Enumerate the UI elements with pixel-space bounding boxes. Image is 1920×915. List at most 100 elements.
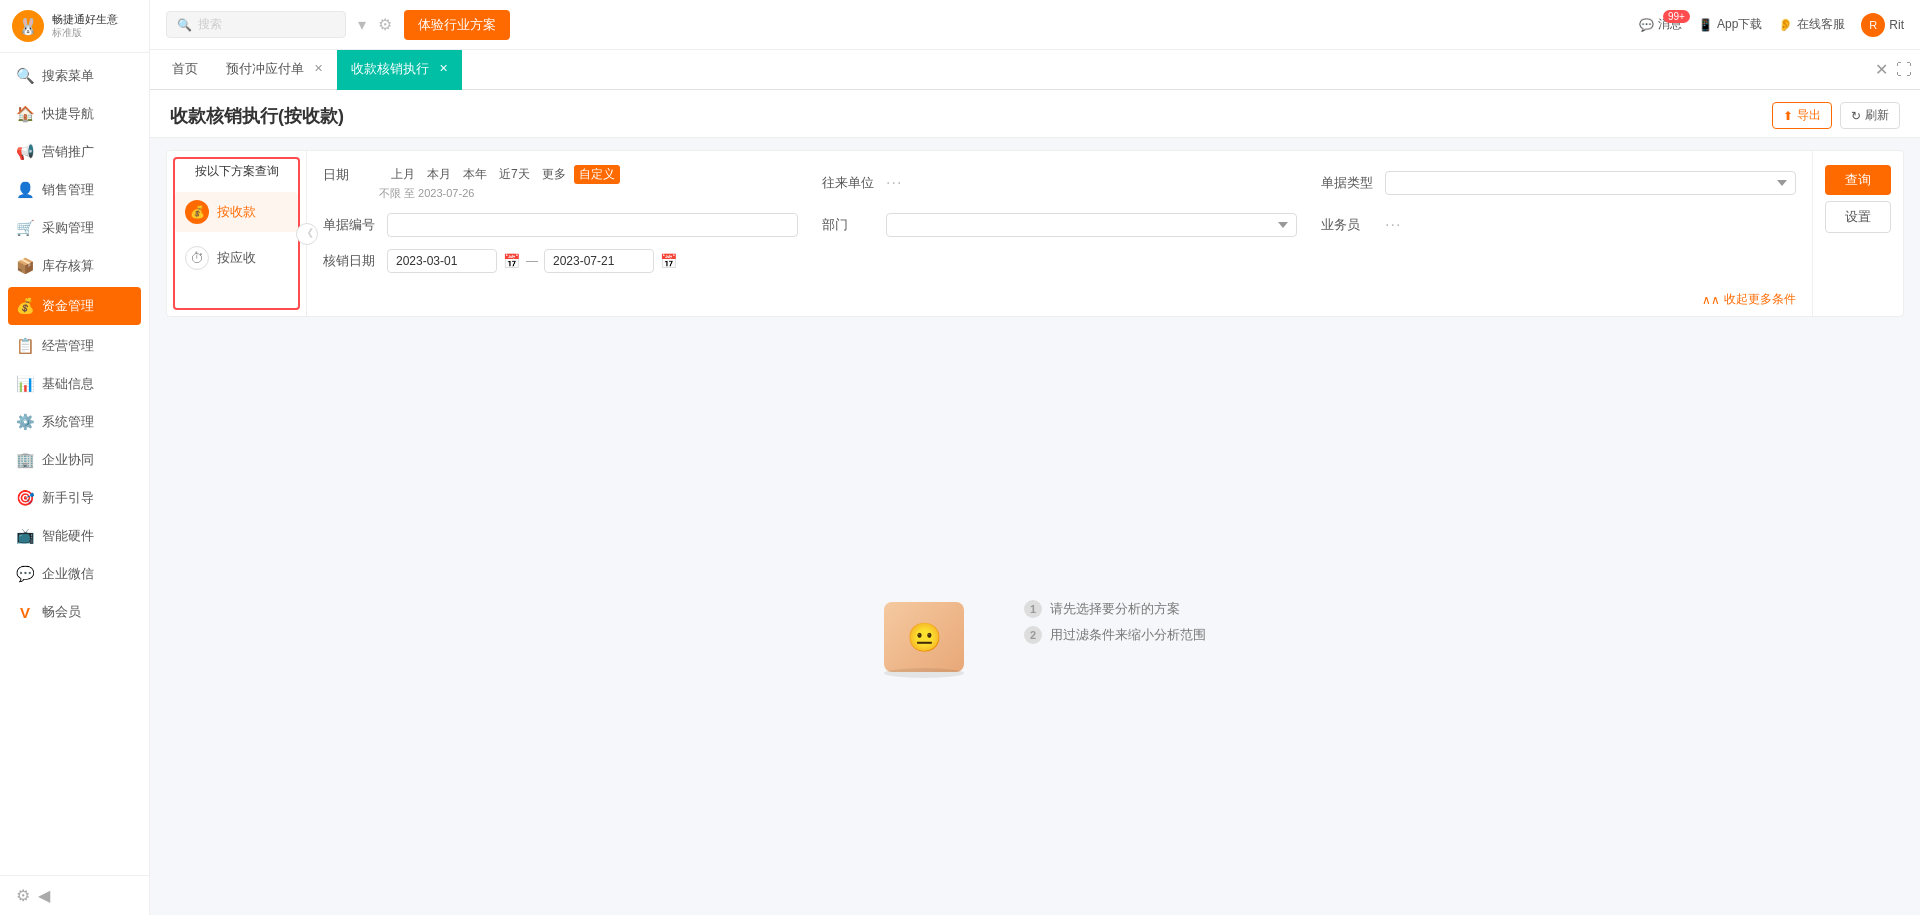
sidebar-item-wechat[interactable]: 💬 企业微信 bbox=[0, 555, 149, 593]
logo-subtitle: 标准版 bbox=[52, 26, 118, 40]
tab-receive[interactable]: 收款核销执行 ✕ bbox=[337, 50, 462, 90]
export-button[interactable]: ⬆ 导出 bbox=[1772, 102, 1832, 129]
shortcut-more[interactable]: 更多 bbox=[538, 165, 570, 184]
online-service-link[interactable]: 👂 在线客服 bbox=[1778, 16, 1845, 33]
app-download-icon: 📱 bbox=[1698, 18, 1713, 32]
sidebar-item-sales[interactable]: 👤 销售管理 bbox=[0, 171, 149, 209]
topbar-settings-icon[interactable]: ⚙ bbox=[378, 15, 392, 34]
filter-actions: 查询 设置 bbox=[1812, 151, 1903, 316]
page-header: 收款核销执行(按收款) ⬆ 导出 ↻ 刷新 bbox=[150, 90, 1920, 138]
voucher-no-input[interactable] bbox=[387, 213, 798, 237]
sidebar-item-label: 经营管理 bbox=[42, 337, 94, 355]
voucher-type-select[interactable] bbox=[1385, 171, 1796, 195]
verify-date-end-input[interactable] bbox=[544, 249, 654, 273]
filter-counterparty-field: 往来单位 ··· bbox=[822, 165, 1297, 201]
sidebar-item-quick-nav[interactable]: 🏠 快捷导航 bbox=[0, 95, 149, 133]
empty-box-icon: 😐 bbox=[884, 602, 964, 672]
filter-fields-grid: 日期 上月 本月 本年 近7天 更多 自定义 不限 至 2023-07-26 bbox=[307, 151, 1812, 287]
sidebar-item-label: 新手引导 bbox=[42, 489, 94, 507]
tab-receive-close[interactable]: ✕ bbox=[439, 62, 448, 75]
step-1-num: 1 bbox=[1024, 600, 1042, 618]
date-sublabel: 不限 至 2023-07-26 bbox=[323, 186, 474, 201]
empty-face-icon: 😐 bbox=[907, 621, 942, 654]
expand-tab-icon[interactable]: ⛶ bbox=[1896, 61, 1912, 79]
guide-icon: 🎯 bbox=[16, 489, 34, 507]
department-select[interactable] bbox=[886, 213, 1297, 237]
shortcut-this-month[interactable]: 本月 bbox=[423, 165, 455, 184]
shortcut-last-month[interactable]: 上月 bbox=[387, 165, 419, 184]
filter-voucher-type-field: 单据类型 bbox=[1321, 165, 1796, 201]
filter-date-field: 日期 上月 本月 本年 近7天 更多 自定义 不限 至 2023-07-26 bbox=[323, 165, 798, 201]
shortcut-this-year[interactable]: 本年 bbox=[459, 165, 491, 184]
tab-prepay-close[interactable]: ✕ bbox=[314, 62, 323, 75]
verify-date-start-input[interactable] bbox=[387, 249, 497, 273]
message-icon: 💬 bbox=[1639, 18, 1654, 32]
filter-option-by-receivable[interactable]: ⏱ 按应收 bbox=[175, 238, 298, 278]
sidebar-item-basic-info[interactable]: 📊 基础信息 bbox=[0, 365, 149, 403]
sidebar-collapse-button[interactable]: 《 bbox=[296, 223, 318, 245]
sidebar-item-label: 营销推广 bbox=[42, 143, 94, 161]
sidebar-item-finance[interactable]: 💰 资金管理 bbox=[8, 287, 141, 325]
industry-solution-button[interactable]: 体验行业方案 bbox=[404, 10, 510, 40]
settings-button[interactable]: 设置 bbox=[1825, 201, 1891, 233]
business-icon: 📋 bbox=[16, 337, 34, 355]
topbar-dropdown-icon[interactable]: ▾ bbox=[358, 15, 366, 34]
logo-title: 畅捷通好生意 bbox=[52, 12, 118, 26]
empty-illustration: 😐 bbox=[864, 572, 984, 672]
sidebar-item-search-menu[interactable]: 🔍 搜索菜单 bbox=[0, 57, 149, 95]
empty-texts: 1 请先选择要分析的方案 2 用过滤条件来缩小分析范围 bbox=[1024, 600, 1206, 644]
filter-panel: 按以下方案查询 💰 按收款 ⏱ 按应收 《 日期 bbox=[166, 150, 1904, 317]
filter-department-field: 部门 bbox=[822, 213, 1297, 237]
shortcut-7days[interactable]: 近7天 bbox=[495, 165, 534, 184]
receive-scheme-icon: 💰 bbox=[185, 200, 209, 224]
sidebar-item-hardware[interactable]: 📺 智能硬件 bbox=[0, 517, 149, 555]
user-profile[interactable]: R Rit bbox=[1861, 13, 1904, 37]
sidebar-item-business[interactable]: 📋 经营管理 bbox=[0, 327, 149, 365]
collapse-chevron-icon: ∧∧ bbox=[1702, 293, 1720, 307]
verify-date-separator: — bbox=[526, 254, 538, 268]
sidebar-item-member[interactable]: V 畅会员 bbox=[0, 593, 149, 631]
message-button[interactable]: 💬 消息 99+ bbox=[1639, 16, 1682, 33]
sidebar-item-enterprise[interactable]: 🏢 企业协同 bbox=[0, 441, 149, 479]
sidebar-item-label: 采购管理 bbox=[42, 219, 94, 237]
tab-prepay[interactable]: 预付冲应付单 ✕ bbox=[212, 50, 337, 90]
quick-nav-icon: 🏠 bbox=[16, 105, 34, 123]
topbar-search[interactable]: 🔍 搜索 bbox=[166, 11, 346, 38]
collapse-more-button[interactable]: ∧∧ 收起更多条件 bbox=[307, 287, 1812, 316]
wechat-icon: 💬 bbox=[16, 565, 34, 583]
collapse-sidebar-icon[interactable]: ◀ bbox=[38, 886, 50, 905]
query-button[interactable]: 查询 bbox=[1825, 165, 1891, 195]
logo-icon: 🐰 bbox=[12, 10, 44, 42]
sidebar-item-inventory[interactable]: 📦 库存核算 bbox=[0, 247, 149, 285]
refresh-button[interactable]: ↻ 刷新 bbox=[1840, 102, 1900, 129]
close-tab-icon[interactable]: ✕ bbox=[1875, 60, 1888, 79]
employee-input[interactable]: ··· bbox=[1385, 216, 1401, 234]
sidebar-item-label: 快捷导航 bbox=[42, 105, 94, 123]
hardware-icon: 📺 bbox=[16, 527, 34, 545]
verify-date-start-calendar-icon[interactable]: 📅 bbox=[503, 253, 520, 269]
verify-date-end-calendar-icon[interactable]: 📅 bbox=[660, 253, 677, 269]
tab-home[interactable]: 首页 bbox=[158, 50, 212, 90]
shortcut-custom[interactable]: 自定义 bbox=[574, 165, 620, 184]
purchase-icon: 🛒 bbox=[16, 219, 34, 237]
app-download-link[interactable]: 📱 App下载 bbox=[1698, 16, 1762, 33]
sidebar-item-label: 搜索菜单 bbox=[42, 67, 94, 85]
online-service-label: 在线客服 bbox=[1797, 16, 1845, 33]
page-title: 收款核销执行(按收款) bbox=[170, 104, 344, 128]
counterparty-input[interactable]: ··· bbox=[886, 174, 902, 192]
filter-option-by-receive[interactable]: 💰 按收款 bbox=[175, 192, 298, 232]
enterprise-icon: 🏢 bbox=[16, 451, 34, 469]
sidebar-item-purchase[interactable]: 🛒 采购管理 bbox=[0, 209, 149, 247]
export-label: 导出 bbox=[1797, 107, 1821, 124]
empty-step-2: 2 用过滤条件来缩小分析范围 bbox=[1024, 626, 1206, 644]
department-label: 部门 bbox=[822, 216, 878, 234]
sidebar-item-guide[interactable]: 🎯 新手引导 bbox=[0, 479, 149, 517]
sidebar-item-marketing[interactable]: 📢 营销推广 bbox=[0, 133, 149, 171]
topbar: 🔍 搜索 ▾ ⚙ 体验行业方案 💬 消息 99+ 📱 App下载 👂 在线客服 … bbox=[150, 0, 1920, 50]
topbar-right: 💬 消息 99+ 📱 App下载 👂 在线客服 R Rit bbox=[1639, 13, 1904, 37]
step-2-text: 用过滤条件来缩小分析范围 bbox=[1050, 626, 1206, 644]
sidebar-item-system[interactable]: ⚙️ 系统管理 bbox=[0, 403, 149, 441]
settings-bottom-icon[interactable]: ⚙ bbox=[16, 886, 30, 905]
sales-icon: 👤 bbox=[16, 181, 34, 199]
receivable-scheme-icon: ⏱ bbox=[185, 246, 209, 270]
